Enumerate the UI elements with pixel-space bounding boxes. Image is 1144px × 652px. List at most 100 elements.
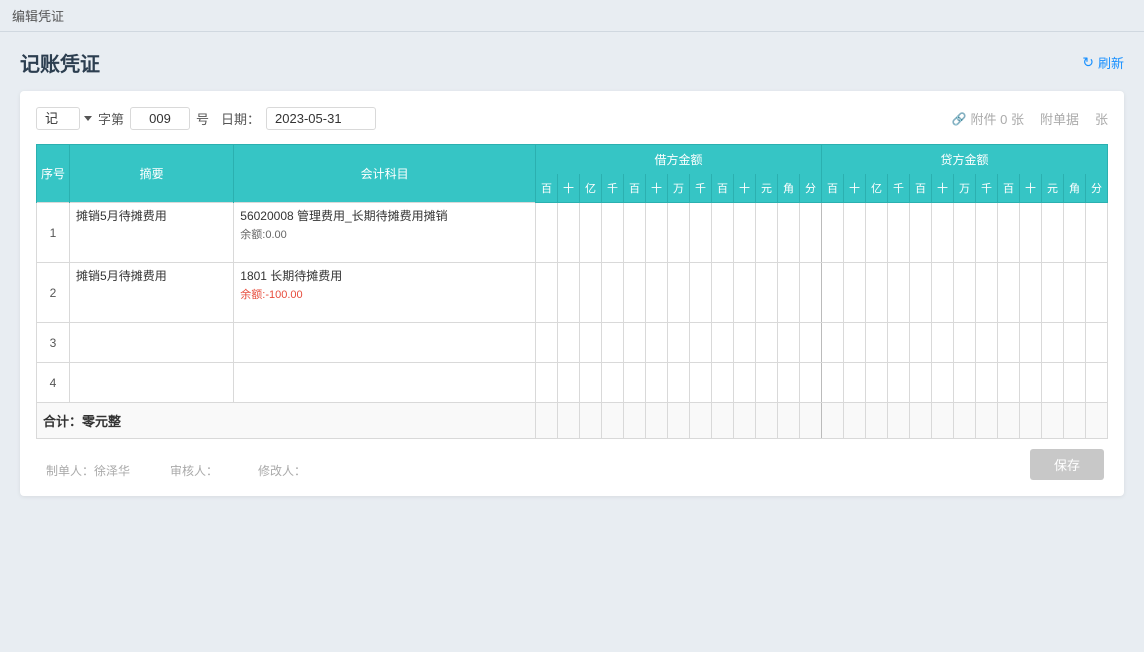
date-input[interactable] — [266, 107, 376, 130]
row-account-3[interactable] — [234, 363, 536, 403]
row-1-c-5[interactable] — [932, 263, 954, 323]
row-2-d-8[interactable] — [712, 323, 734, 363]
row-0-d-2[interactable] — [580, 203, 602, 263]
row-2-d-1[interactable] — [558, 323, 580, 363]
row-1-c-0[interactable] — [822, 263, 844, 323]
row-1-c-1[interactable] — [844, 263, 866, 323]
row-2-c-10[interactable] — [1042, 323, 1064, 363]
row-3-d-2[interactable] — [580, 363, 602, 403]
row-2-c-4[interactable] — [910, 323, 932, 363]
row-0-c-3[interactable] — [888, 203, 910, 263]
row-1-c-2[interactable] — [866, 263, 888, 323]
row-2-d-12[interactable] — [800, 323, 822, 363]
row-3-d-11[interactable] — [778, 363, 800, 403]
row-0-d-9[interactable] — [734, 203, 756, 263]
row-1-d-12[interactable] — [800, 263, 822, 323]
save-button[interactable]: 保存 — [1030, 449, 1104, 480]
row-0-c-12[interactable] — [1086, 203, 1108, 263]
row-0-c-11[interactable] — [1064, 203, 1086, 263]
row-3-d-3[interactable] — [602, 363, 624, 403]
row-2-d-6[interactable] — [668, 323, 690, 363]
row-0-d-5[interactable] — [646, 203, 668, 263]
row-2-d-3[interactable] — [602, 323, 624, 363]
row-account-1[interactable]: 1801 长期待摊费用 余额:-100.00 — [234, 263, 536, 323]
row-summary-2[interactable] — [70, 323, 234, 363]
ji-select[interactable]: 记 — [36, 107, 80, 130]
row-1-d-2[interactable] — [580, 263, 602, 323]
row-0-d-12[interactable] — [800, 203, 822, 263]
row-1-d-10[interactable] — [756, 263, 778, 323]
row-3-d-7[interactable] — [690, 363, 712, 403]
row-1-c-4[interactable] — [910, 263, 932, 323]
row-2-c-6[interactable] — [954, 323, 976, 363]
row-0-c-4[interactable] — [910, 203, 932, 263]
row-0-d-0[interactable] — [536, 203, 558, 263]
row-3-c-4[interactable] — [910, 363, 932, 403]
row-0-d-4[interactable] — [624, 203, 646, 263]
row-3-d-9[interactable] — [734, 363, 756, 403]
row-2-c-0[interactable] — [822, 323, 844, 363]
row-1-d-5[interactable] — [646, 263, 668, 323]
row-0-c-5[interactable] — [932, 203, 954, 263]
row-0-d-1[interactable] — [558, 203, 580, 263]
row-2-c-11[interactable] — [1064, 323, 1086, 363]
row-2-c-9[interactable] — [1020, 323, 1042, 363]
row-2-d-9[interactable] — [734, 323, 756, 363]
row-1-d-3[interactable] — [602, 263, 624, 323]
row-1-d-11[interactable] — [778, 263, 800, 323]
row-summary-1[interactable]: 摊销5月待摊费用 — [70, 263, 234, 323]
row-3-c-12[interactable] — [1086, 363, 1108, 403]
row-2-c-3[interactable] — [888, 323, 910, 363]
row-0-d-3[interactable] — [602, 203, 624, 263]
row-3-c-2[interactable] — [866, 363, 888, 403]
row-2-d-10[interactable] — [756, 323, 778, 363]
row-2-d-0[interactable] — [536, 323, 558, 363]
row-2-c-7[interactable] — [976, 323, 998, 363]
row-1-d-1[interactable] — [558, 263, 580, 323]
row-account-2[interactable] — [234, 323, 536, 363]
row-3-d-1[interactable] — [558, 363, 580, 403]
row-summary-3[interactable] — [70, 363, 234, 403]
row-3-c-7[interactable] — [976, 363, 998, 403]
row-2-d-5[interactable] — [646, 323, 668, 363]
row-1-c-10[interactable] — [1042, 263, 1064, 323]
row-3-d-10[interactable] — [756, 363, 778, 403]
row-1-c-9[interactable] — [1020, 263, 1042, 323]
row-1-c-11[interactable] — [1064, 263, 1086, 323]
row-3-c-11[interactable] — [1064, 363, 1086, 403]
row-2-d-7[interactable] — [690, 323, 712, 363]
row-1-c-3[interactable] — [888, 263, 910, 323]
attachment-link[interactable]: 🔗 附件 0 张 — [952, 109, 1024, 128]
row-1-d-6[interactable] — [668, 263, 690, 323]
row-0-d-8[interactable] — [712, 203, 734, 263]
row-0-d-11[interactable] — [778, 203, 800, 263]
row-3-d-12[interactable] — [800, 363, 822, 403]
row-1-d-4[interactable] — [624, 263, 646, 323]
row-1-c-12[interactable] — [1086, 263, 1108, 323]
row-0-c-0[interactable] — [822, 203, 844, 263]
row-1-c-7[interactable] — [976, 263, 998, 323]
row-3-c-3[interactable] — [888, 363, 910, 403]
refresh-button[interactable]: ↻ 刷新 — [1082, 53, 1124, 72]
zi-input[interactable] — [130, 107, 190, 130]
row-0-d-7[interactable] — [690, 203, 712, 263]
row-2-c-8[interactable] — [998, 323, 1020, 363]
row-0-d-6[interactable] — [668, 203, 690, 263]
row-0-d-10[interactable] — [756, 203, 778, 263]
row-2-c-5[interactable] — [932, 323, 954, 363]
row-3-c-8[interactable] — [998, 363, 1020, 403]
row-3-d-0[interactable] — [536, 363, 558, 403]
row-2-d-4[interactable] — [624, 323, 646, 363]
row-0-c-2[interactable] — [866, 203, 888, 263]
row-3-d-8[interactable] — [712, 363, 734, 403]
row-0-c-10[interactable] — [1042, 203, 1064, 263]
row-account-0[interactable]: 56020008 管理费用_长期待摊费用摊销 余额:0.00 — [234, 203, 536, 263]
row-3-c-10[interactable] — [1042, 363, 1064, 403]
row-3-c-9[interactable] — [1020, 363, 1042, 403]
row-0-c-8[interactable] — [998, 203, 1020, 263]
row-3-c-6[interactable] — [954, 363, 976, 403]
row-3-c-5[interactable] — [932, 363, 954, 403]
row-2-c-2[interactable] — [866, 323, 888, 363]
fj-button[interactable]: 附单据 — [1040, 109, 1079, 128]
row-1-c-8[interactable] — [998, 263, 1020, 323]
